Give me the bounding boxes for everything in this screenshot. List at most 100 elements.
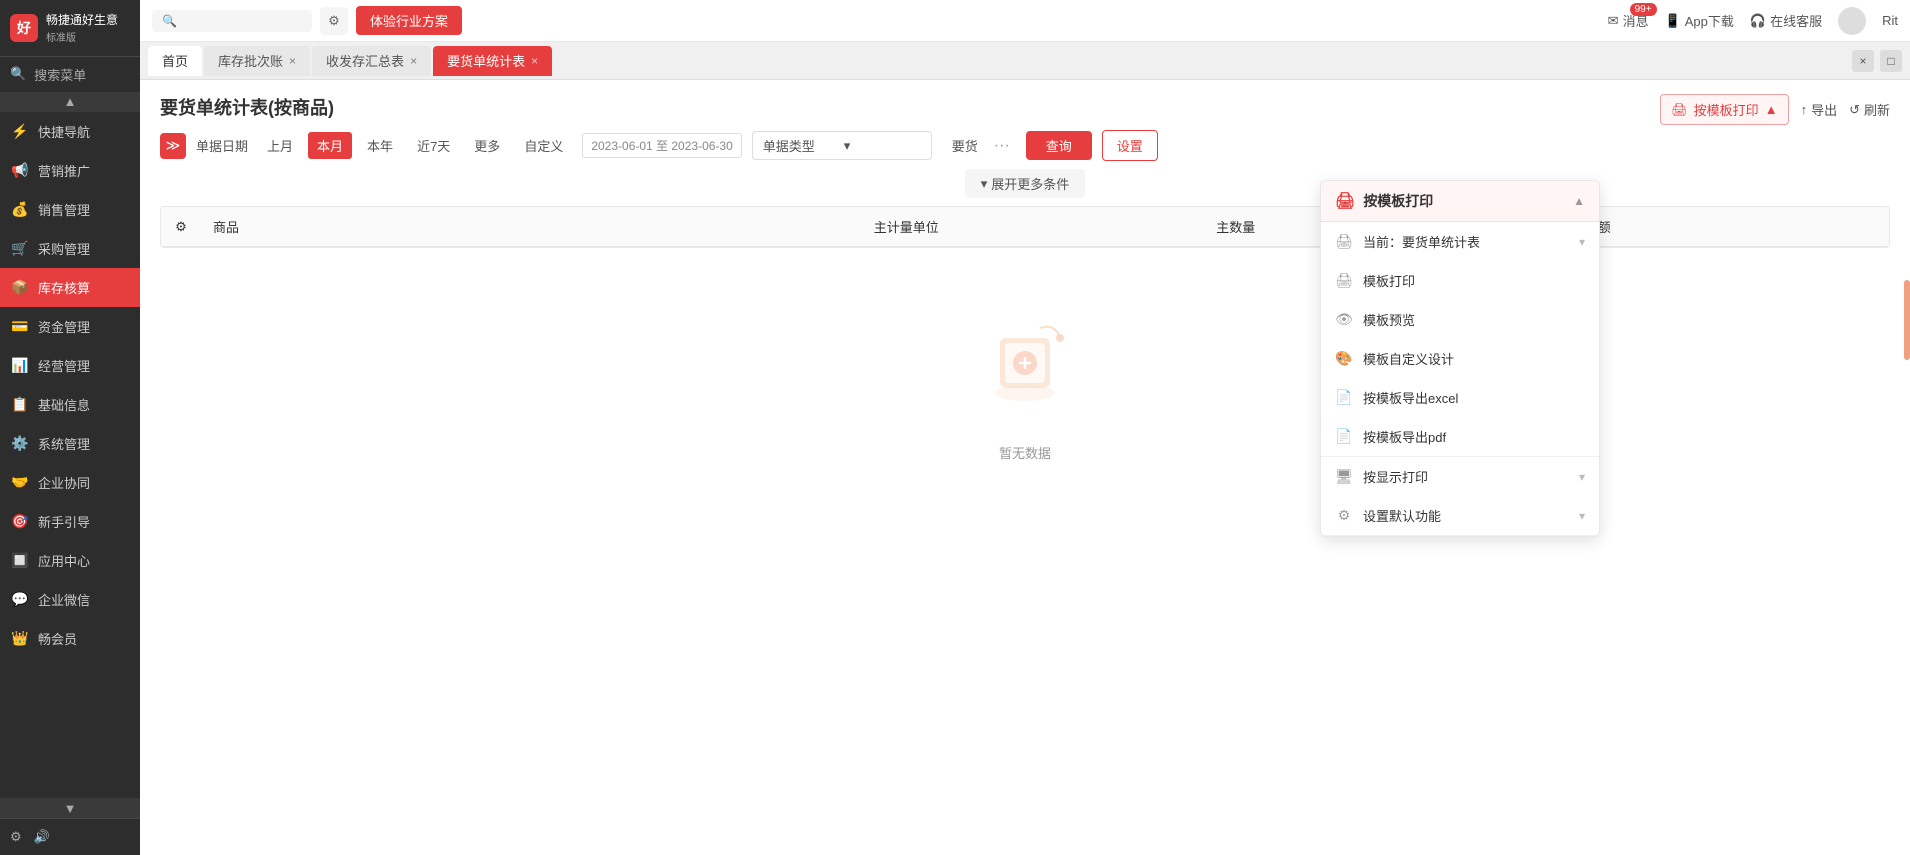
template-pdf-label: 按模板导出pdf [1363, 427, 1446, 446]
scroll-indicator [1904, 280, 1910, 360]
basic-icon: 📋 [10, 396, 30, 413]
dropdown-template-print[interactable]: 🖨 模板打印 [1321, 261, 1599, 300]
current-template-arrow: ▾ [1579, 235, 1585, 249]
dropdown-default-function[interactable]: ⚙ 设置默认功能 ▾ [1321, 496, 1599, 535]
settings-icon[interactable]: ⚙ [10, 829, 22, 845]
dropdown-template-custom[interactable]: 🎨 模板自定义设计 [1321, 339, 1599, 378]
export-label: 导出 [1811, 100, 1837, 119]
sidebar-bottom: ⚙ 🔊 [0, 818, 140, 855]
sidebar-item-inventory[interactable]: 📦 库存核算 [0, 268, 140, 307]
topbar-search[interactable]: 🔍 [152, 10, 312, 32]
tab-home[interactable]: 首页 [148, 46, 202, 76]
template-preview-label: 模板预览 [1363, 310, 1415, 329]
sidebar: 好 畅捷通好生意 标准版 🔍 搜索菜单 ▲ ⚡ 快捷导航 📢 营销推广 💰 销售… [0, 0, 140, 855]
tab-demand-stats[interactable]: 要货单统计表 × [433, 46, 552, 76]
date-btn-this-year[interactable]: 本年 [358, 132, 402, 159]
refresh-btn[interactable]: ↺ 刷新 [1849, 100, 1890, 119]
app-download-btn[interactable]: 📱 App下载 [1665, 11, 1734, 30]
member-icon: 👑 [10, 630, 30, 647]
sidebar-item-sales[interactable]: 💰 销售管理 [0, 190, 140, 229]
chevron-down-small-icon: ▾ [981, 176, 988, 192]
col-settings[interactable]: ⚙ [161, 209, 201, 245]
sidebar-item-appstore[interactable]: 🔲 应用中心 [0, 541, 140, 580]
window-close[interactable]: × [1852, 50, 1874, 72]
tab-demand-stats-close[interactable]: × [531, 54, 538, 68]
date-btn-custom[interactable]: 自定义 [515, 132, 572, 159]
sidebar-item-basic[interactable]: 📋 基础信息 [0, 385, 140, 424]
sidebar-item-label: 畅会员 [38, 629, 77, 648]
dropdown-title: 按模板打印 [1363, 191, 1433, 211]
date-filter: 上月 本月 本年 近7天 更多 自定义 [258, 132, 572, 159]
tab-receipts-summary-label: 收发存汇总表 [326, 51, 404, 70]
tab-inventory-batch-close[interactable]: × [289, 54, 296, 68]
sidebar-search[interactable]: 🔍 搜索菜单 [0, 57, 140, 92]
date-btn-last-month[interactable]: 上月 [258, 132, 302, 159]
export-icon: ↑ [1801, 102, 1808, 117]
dropdown-template-excel[interactable]: 📄 按模板导出excel [1321, 378, 1599, 417]
sidebar-item-label: 新手引导 [38, 512, 90, 531]
sidebar-item-member[interactable]: 👑 畅会员 [0, 619, 140, 658]
avatar[interactable] [1838, 7, 1866, 35]
sidebar-item-quick-nav[interactable]: ⚡ 快捷导航 [0, 112, 140, 151]
print-template-label: 按模板打印 [1694, 100, 1759, 119]
sidebar-item-marketing[interactable]: 📢 营销推广 [0, 151, 140, 190]
search-input[interactable] [183, 14, 303, 28]
query-button[interactable]: 查询 [1026, 131, 1092, 160]
export-btn[interactable]: ↑ 导出 [1801, 100, 1838, 119]
print-template-btn[interactable]: 🖨 按模板打印 ▲ [1660, 94, 1788, 125]
sidebar-item-label: 基础信息 [38, 395, 90, 414]
expand-more-btn[interactable]: ▾ 展开更多条件 [965, 169, 1086, 198]
settings-button[interactable]: 设置 [1102, 130, 1158, 161]
tab-inventory-batch[interactable]: 库存批次账 × [204, 46, 310, 76]
print-chevron-icon: ▲ [1765, 102, 1778, 117]
purchase-icon: 🛒 [10, 240, 30, 257]
gear-button[interactable]: ⚙ [320, 7, 348, 35]
tab-demand-stats-label: 要货单统计表 [447, 51, 525, 70]
print-icon: 🖨 [1671, 102, 1688, 118]
dropdown-current-template[interactable]: 🖨 当前：要货单统计表 ▾ [1321, 222, 1599, 261]
sidebar-item-label: 经营管理 [38, 356, 90, 375]
sidebar-item-guide[interactable]: 🎯 新手引导 [0, 502, 140, 541]
dropdown-template-preview[interactable]: 👁 模板预览 [1321, 300, 1599, 339]
sidebar-scroll-down[interactable]: ▼ [0, 798, 140, 818]
dropdown-close-chevron[interactable]: ▲ [1573, 194, 1585, 208]
sidebar-item-enterprise[interactable]: 🤝 企业协同 [0, 463, 140, 502]
inventory-icon: 📦 [10, 279, 30, 296]
date-range-display[interactable]: 2023-06-01 至 2023-06-30 [582, 133, 741, 158]
sidebar-item-label: 应用中心 [38, 551, 90, 570]
display-print-label: 按显示打印 [1363, 467, 1428, 486]
dropdown-template-pdf[interactable]: 📄 按模板导出pdf [1321, 417, 1599, 456]
demand-goods-label: 要货 [952, 136, 978, 155]
sidebar-item-wechat[interactable]: 💬 企业微信 [0, 580, 140, 619]
volume-icon[interactable]: 🔊 [34, 829, 50, 845]
tab-receipts-summary[interactable]: 收发存汇总表 × [312, 46, 431, 76]
system-icon: ⚙️ [10, 435, 30, 452]
industry-btn[interactable]: 体验行业方案 [356, 6, 462, 35]
template-excel-label: 按模板导出excel [1363, 388, 1458, 407]
empty-state: 暂无数据 [140, 248, 1910, 522]
date-btn-this-month[interactable]: 本月 [308, 132, 352, 159]
online-service-btn[interactable]: 🎧 在线客服 [1750, 11, 1822, 30]
sidebar-scroll-up[interactable]: ▲ [0, 92, 140, 112]
sidebar-item-operations[interactable]: 📊 经营管理 [0, 346, 140, 385]
dropdown-display-print[interactable]: 🖥 按显示打印 ▾ [1321, 457, 1599, 496]
current-template-label: 当前：要货单统计表 [1363, 232, 1480, 251]
filter-expand-btn[interactable]: ≫ [160, 133, 186, 159]
type-filter[interactable]: 单据类型 ▾ [752, 131, 932, 160]
template-custom-icon: 🎨 [1335, 350, 1353, 367]
date-btn-more[interactable]: 更多 [465, 132, 509, 159]
dots-more-btn[interactable]: ··· [988, 137, 1016, 155]
sidebar-item-finance[interactable]: 💳 资金管理 [0, 307, 140, 346]
tab-receipts-summary-close[interactable]: × [410, 54, 417, 68]
notification-btn[interactable]: ✉ 消息 99+ [1608, 11, 1649, 30]
filter-bar: ≫ 单据日期 上月 本月 本年 近7天 更多 自定义 2023-06-01 至 … [140, 130, 1910, 169]
date-btn-7days[interactable]: 近7天 [408, 132, 459, 159]
tab-inventory-batch-label: 库存批次账 [218, 51, 283, 70]
sidebar-item-label: 系统管理 [38, 434, 90, 453]
window-maximize[interactable]: □ [1880, 50, 1902, 72]
sidebar-item-purchase[interactable]: 🛒 采购管理 [0, 229, 140, 268]
finance-icon: 💳 [10, 318, 30, 335]
empty-illustration [975, 308, 1075, 427]
template-excel-icon: 📄 [1335, 389, 1353, 406]
sidebar-item-system[interactable]: ⚙️ 系统管理 [0, 424, 140, 463]
